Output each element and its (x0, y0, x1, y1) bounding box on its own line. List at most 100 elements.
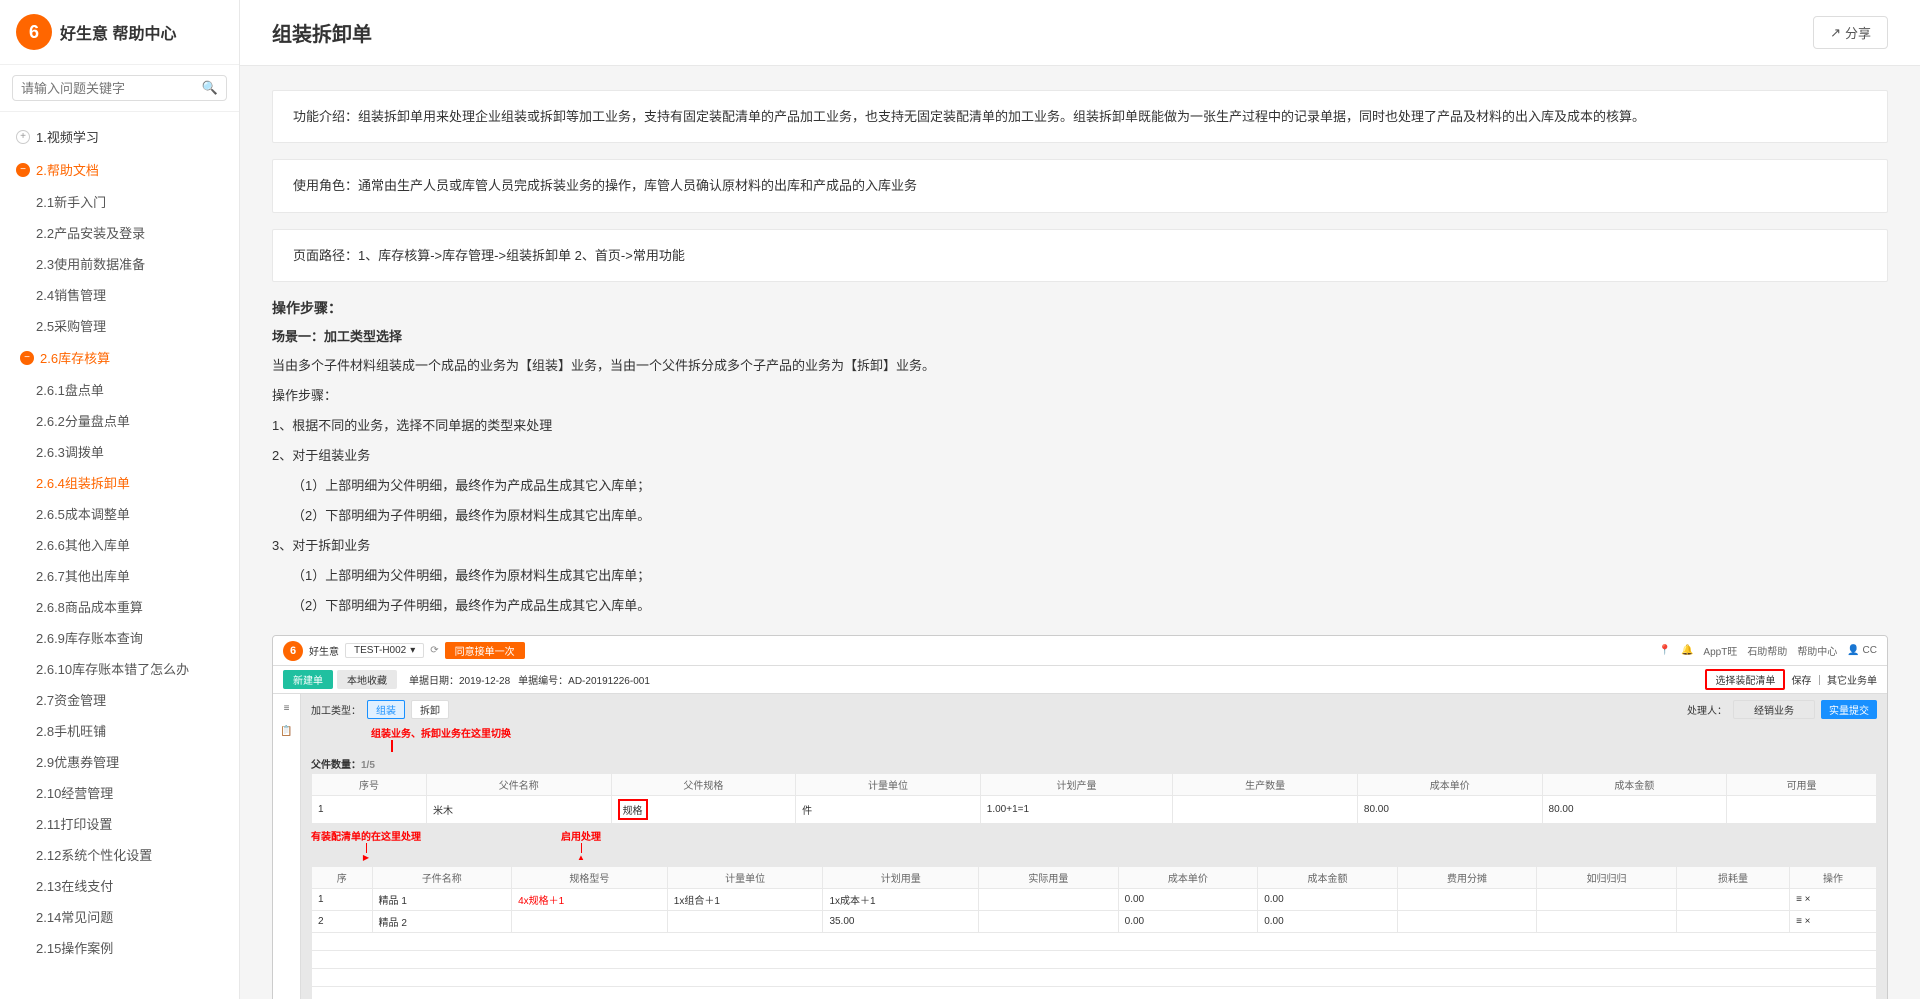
mock-tab-2[interactable]: 本地收藏 (337, 670, 397, 689)
mock-assembly-label: 选择装配清单 (1715, 672, 1775, 687)
expand-icon: − (20, 351, 34, 365)
col-prod-qty: 生产数量 (1173, 774, 1358, 796)
mock-arrow-type (391, 740, 1877, 752)
sidebar-item-install[interactable]: 2.2产品安装及登录 (0, 217, 239, 248)
mock-parent-table: 序号 父件名称 父件规格 计量单位 计划产量 生产数量 成本单价 成本金额 可用… (311, 773, 1877, 824)
mock-text3: 帮助中心 (1797, 643, 1837, 658)
mock-form-area: 加工类型： 组装 拆卸 处理人： 经销业务 实量提交 组装业务、拆卸业务在这里切… (301, 694, 1887, 999)
mock-confirm-btn[interactable]: 实量提交 (1821, 700, 1877, 719)
arrow-head: ▶ (363, 853, 369, 862)
mock-sidebar-icon2: 📋 (273, 721, 300, 741)
sidebar-item-label: 1.视频学习 (36, 127, 99, 146)
cell-child-name2: 精品 2 (372, 911, 512, 933)
sidebar-item-purchase[interactable]: 2.5采购管理 (0, 310, 239, 341)
mock-logo: 6 (283, 641, 303, 661)
sidebar-item-cases[interactable]: 2.15操作案例 (0, 932, 239, 963)
sidebar-item-inventory[interactable]: − 2.6库存核算 (0, 341, 239, 374)
sidebar-item-label: 2.帮助文档 (36, 160, 99, 179)
sidebar-item-transfer[interactable]: 2.6.3调拨单 (0, 436, 239, 467)
sidebar-item-docs[interactable]: − 2.帮助文档 (0, 153, 239, 186)
app-logo-icon: 6 (16, 14, 52, 50)
sidebar-item-other-out[interactable]: 2.6.7其他出库单 (0, 560, 239, 591)
col-return: 如归归归 (1537, 867, 1677, 889)
sidebar-item-ops[interactable]: 2.10经营管理 (0, 777, 239, 808)
cell-parent-name: 米木 (426, 796, 611, 824)
mock-extra-btns: 保存 ｜ 其它业务单 (1791, 672, 1877, 687)
share-label: 分享 (1845, 23, 1871, 42)
cell-child-amt2: 0.00 (1258, 911, 1398, 933)
share-button[interactable]: ↗ 分享 (1813, 16, 1888, 49)
path-text: 页面路径：1、库存核算->库存管理->组装拆卸单 2、首页->常用功能 (293, 248, 685, 263)
sidebar-inventory-sub: 2.6.1盘点单 2.6.2分量盘点单 2.6.3调拨单 2.6.4组装拆卸单 … (0, 374, 239, 684)
cell-row-no: 2 (312, 911, 373, 933)
sidebar-item-coupon[interactable]: 2.9优惠券管理 (0, 746, 239, 777)
annotation-area2: 有装配清单的在这里处理 ▶ 启用处理 ▲ (311, 828, 1877, 862)
cell-child-spec2 (512, 911, 668, 933)
table-row (312, 969, 1877, 987)
mock-sync-icon: ⟳ (430, 645, 438, 656)
screenshot-mockup: 6 好生意 TEST-H002 ▾ ⟳ 同意接单一次 📍 🔔 AppT旺 石助帮… (272, 635, 1888, 999)
mock-parent-table-label: 父件数量：1/5 (311, 756, 1877, 771)
col-plan-qty: 计划产量 (980, 774, 1173, 796)
mock-btn-assembly[interactable]: 选择装配清单 (1705, 669, 1785, 690)
share-icon: ↗ (1830, 25, 1841, 41)
col-loss: 损耗量 (1676, 867, 1789, 889)
sidebar-item-faq[interactable]: 2.14常见问题 (0, 901, 239, 932)
mock-action-btn[interactable]: 同意接单一次 (445, 642, 525, 659)
arrow-line (366, 843, 367, 853)
mock-parent-table-header: 序号 父件名称 父件规格 计量单位 计划产量 生产数量 成本单价 成本金额 可用… (312, 774, 1877, 796)
mock-handler-input[interactable]: 经销业务 (1733, 700, 1815, 719)
sidebar-item-newcomer[interactable]: 2.1新手入门 (0, 186, 239, 217)
sidebar-item-sales[interactable]: 2.4销售管理 (0, 279, 239, 310)
annotation-label-assembly: 有装配清单的在这里处理 (311, 828, 421, 843)
sidebar-item-system[interactable]: 2.12系统个性化设置 (0, 839, 239, 870)
cell-child-cost: 0.00 (1118, 889, 1258, 911)
sidebar-item-other-in[interactable]: 2.6.6其他入库单 (0, 529, 239, 560)
sidebar: 6 好生意 帮助中心 🔍 + 1.视频学习 − 2.帮助文档 2.1新手入门 2… (0, 0, 240, 999)
table-row (312, 987, 1877, 999)
sidebar-item-ledger-query[interactable]: 2.6.9库存账本查询 (0, 622, 239, 653)
mock-type-option2[interactable]: 拆卸 (411, 700, 449, 719)
col-parent-spec: 父件规格 (611, 774, 796, 796)
col-unit: 计量单位 (796, 774, 981, 796)
step2-2: （2）下部明细为子件明细，最终作为原材料生成其它出库单。 (272, 503, 1888, 529)
cell-child-unit: 1x组合＋1 (667, 889, 823, 911)
sidebar-item-dataprep[interactable]: 2.3使用前数据准备 (0, 248, 239, 279)
main-header: 组装拆卸单 ↗ 分享 (240, 0, 1920, 66)
sidebar-item-finance[interactable]: 2.7资金管理 (0, 684, 239, 715)
sidebar-item-cost-recalc[interactable]: 2.6.8商品成本重算 (0, 591, 239, 622)
sidebar-item-ledger-fix[interactable]: 2.6.10库存账本错了怎么办 (0, 653, 239, 684)
sidebar-item-payment[interactable]: 2.13在线支付 (0, 870, 239, 901)
cell-child-cost2: 0.00 (1118, 911, 1258, 933)
cell-child-spec: 4x规格＋1 (512, 889, 668, 911)
col-child-unit: 计量单位 (667, 867, 823, 889)
annotation-label-enable: 启用处理 (561, 828, 601, 843)
cell-plan-qty: 1.00+1=1 (980, 796, 1173, 824)
mock-input-highlighted[interactable]: 规格 (618, 799, 648, 820)
sidebar-subitems: 2.1新手入门 2.2产品安装及登录 2.3使用前数据准备 2.4销售管理 2.… (0, 186, 239, 963)
sidebar-item-mobile[interactable]: 2.8手机旺铺 (0, 715, 239, 746)
sidebar-item-video[interactable]: + 1.视频学习 (0, 120, 239, 153)
search-input[interactable] (21, 81, 202, 96)
mock-type-option1[interactable]: 组装 (367, 700, 405, 719)
scene1-title: 场景一：加工类型选择 (272, 326, 1888, 345)
sidebar-item-label: 2.6库存核算 (40, 348, 110, 367)
search-box[interactable]: 🔍 (12, 75, 227, 101)
mock-store-dropdown[interactable]: TEST-H002 ▾ (345, 643, 424, 658)
ops-title: 操作步骤： (272, 298, 1888, 318)
step2: 2、对于组装业务 (272, 443, 1888, 469)
mock-body: ≡ 📋 加工类型： 组装 拆卸 处理人： 经销业务 实量提交 (273, 694, 1887, 999)
cell-actual-use (979, 889, 1119, 911)
col-child-spec: 规格型号 (512, 867, 668, 889)
col-child-cost: 成本单价 (1118, 867, 1258, 889)
sidebar-item-cost-adjust[interactable]: 2.6.5成本调整单 (0, 498, 239, 529)
sidebar-item-partial-stocktake[interactable]: 2.6.2分量盘点单 (0, 405, 239, 436)
col-child-name: 子件名称 (372, 867, 512, 889)
mock-tab-active[interactable]: 新建单 (283, 670, 333, 689)
mock-text2: 石助帮助 (1747, 643, 1787, 658)
sidebar-item-print[interactable]: 2.11打印设置 (0, 808, 239, 839)
table-row (312, 933, 1877, 951)
sidebar-item-assembly[interactable]: 2.6.4组装拆卸单 (0, 467, 239, 498)
sidebar-item-stocktake[interactable]: 2.6.1盘点单 (0, 374, 239, 405)
table-row: 2 精品 2 35.00 0.00 0.00 (312, 911, 1877, 933)
